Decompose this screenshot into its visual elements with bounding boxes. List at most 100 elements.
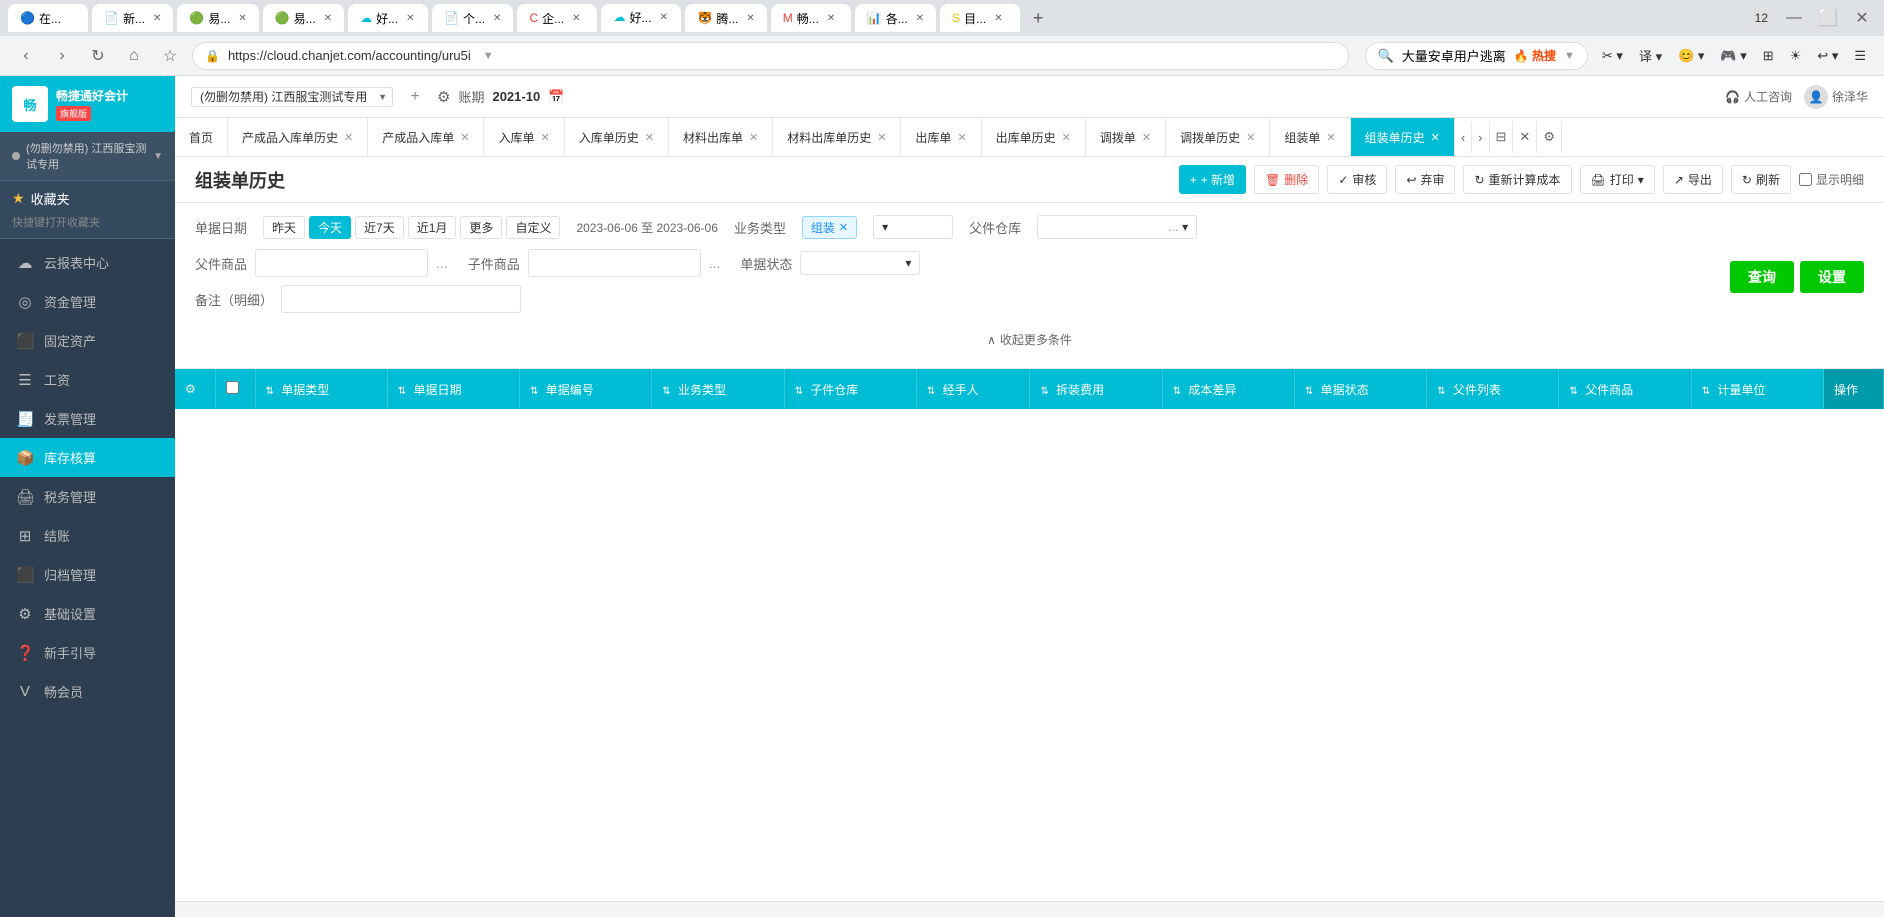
nav-tab-6-close[interactable]: ✕ <box>877 131 886 144</box>
nav-tab-10-close[interactable]: ✕ <box>1246 131 1255 144</box>
more-dots-1[interactable]: ... <box>1168 220 1178 234</box>
sidebar-item-cloud-report[interactable]: ☁ 云报表中心 <box>0 243 175 282</box>
nav-tab-4[interactable]: 入库单历史 ✕ <box>565 118 669 156</box>
browser-tab-12[interactable]: S 目... ✕ <box>940 4 1020 32</box>
browser-tab-8[interactable]: ☁ 好... ✕ <box>601 4 681 32</box>
nav-tab-2-close[interactable]: ✕ <box>460 131 469 144</box>
sidebar-item-guide[interactable]: ❓ 新手引导 <box>0 633 175 672</box>
browser-tab-7[interactable]: C 企... ✕ <box>517 4 597 32</box>
calendar-icon[interactable]: 📅 <box>548 89 564 105</box>
bottom-scrollbar[interactable] <box>175 901 1884 917</box>
table-col-parent-list[interactable]: ⇅ 父件列表 <box>1427 369 1559 409</box>
yesterday-btn[interactable]: 昨天 <box>263 216 305 239</box>
select-all-checkbox[interactable] <box>226 381 239 394</box>
settings-button[interactable]: 设置 <box>1800 261 1864 293</box>
nav-tab-1-close[interactable]: ✕ <box>344 131 353 144</box>
nav-tab-8[interactable]: 出库单历史 ✕ <box>982 118 1086 156</box>
nav-tab-7[interactable]: 出库单 ✕ <box>901 118 981 156</box>
maximize-button[interactable]: ⬜ <box>1814 4 1842 32</box>
sidebar-item-archive[interactable]: ⬛ 归档管理 <box>0 555 175 594</box>
table-col-biz-type[interactable]: ⇅ 业务类型 <box>652 369 784 409</box>
service-button[interactable]: 🎧 人工咨询 <box>1725 88 1792 105</box>
notes-input[interactable] <box>281 285 521 313</box>
sidebar-item-tax[interactable]: 🖨 税务管理 <box>0 477 175 516</box>
child-goods-dots[interactable]: ... <box>709 255 721 271</box>
company-select-input[interactable]: (勿删勿禁用) 江西服宝测试专用 <box>191 87 393 107</box>
refresh-button[interactable]: ↻ 刷新 <box>1731 165 1791 194</box>
company-selector[interactable]: (勿删勿禁用) 江西服宝测试专用 ▼ <box>0 132 175 181</box>
sidebar-item-settings[interactable]: ⚙ 基础设置 <box>0 594 175 633</box>
table-col-bill-type[interactable]: ⇅ 单据类型 <box>255 369 387 409</box>
table-col-cost-diff[interactable]: ⇅ 成本差异 <box>1162 369 1294 409</box>
7days-btn[interactable]: 近7天 <box>355 216 404 239</box>
sidebar-item-fund[interactable]: ◎ 资金管理 <box>0 282 175 321</box>
sidebar-item-payroll[interactable]: ☰ 工资 <box>0 360 175 399</box>
bookmark-button[interactable]: ☆ <box>156 42 184 70</box>
sun-tool-button[interactable]: ☀ <box>1784 44 1808 68</box>
warehouse-select[interactable]: ... ▾ <box>1037 215 1197 239</box>
1month-btn[interactable]: 近1月 <box>408 216 457 239</box>
biz-type-tag-remove[interactable]: ✕ <box>839 221 848 234</box>
table-col-parent-goods[interactable]: ⇅ 父件商品 <box>1559 369 1691 409</box>
nav-tab-11[interactable]: 组装单 ✕ <box>1270 118 1350 156</box>
minimize-button[interactable]: — <box>1780 4 1808 32</box>
browser-tab-5[interactable]: ☁ 好... ✕ <box>348 4 428 32</box>
translate-tool-button[interactable]: 译 ▾ <box>1633 42 1668 69</box>
more-btn[interactable]: 更多 <box>460 216 502 239</box>
query-button[interactable]: 查询 <box>1730 261 1794 293</box>
today-btn[interactable]: 今天 <box>309 216 351 239</box>
table-col-unit[interactable]: ⇅ 计量单位 <box>1691 369 1823 409</box>
display-detail-checkbox[interactable] <box>1799 173 1812 186</box>
sidebar-item-invoice[interactable]: 🧾 发票管理 <box>0 399 175 438</box>
nav-tab-4-close[interactable]: ✕ <box>645 131 654 144</box>
nav-tab-10[interactable]: 调拨单历史 ✕ <box>1166 118 1270 156</box>
sidebar-item-fixed-assets[interactable]: ⬛ 固定资产 <box>0 321 175 360</box>
table-col-bill-status[interactable]: ⇅ 单据状态 <box>1294 369 1426 409</box>
nav-tab-3-close[interactable]: ✕ <box>541 131 550 144</box>
reload-button[interactable]: ↻ <box>84 42 112 70</box>
browser-tab-3[interactable]: 🟢 易... ✕ <box>177 4 258 32</box>
browser-tab-9[interactable]: 🐯 腾... ✕ <box>685 4 766 32</box>
search-bar[interactable]: 🔍 大量安卓用户逃离 🔥 热搜 ▼ <box>1365 42 1588 70</box>
sidebar-item-inventory[interactable]: 📦 库存核算 <box>0 438 175 477</box>
browser-tab-4[interactable]: 🟢 易... ✕ <box>263 4 344 32</box>
game-tool-button[interactable]: 🎮 ▾ <box>1714 44 1752 68</box>
nav-tab-9[interactable]: 调拨单 ✕ <box>1086 118 1166 156</box>
new-tab-button[interactable]: + <box>1024 4 1052 32</box>
nav-tab-12[interactable]: 组装单历史 ✕ <box>1351 118 1455 156</box>
undo-tool-button[interactable]: ↩ ▾ <box>1811 44 1844 68</box>
nav-tabs-scroll-left[interactable]: ‹ <box>1455 122 1472 153</box>
forward-button[interactable]: › <box>48 42 76 70</box>
nav-tab-12-close[interactable]: ✕ <box>1431 131 1440 144</box>
url-bar[interactable]: 🔒 https://cloud.chanjet.com/accounting/u… <box>192 42 1349 70</box>
browser-tab-10[interactable]: M 畅... ✕ <box>771 4 851 32</box>
nav-tab-8-close[interactable]: ✕ <box>1062 131 1071 144</box>
browser-tab-6[interactable]: 📄 个... ✕ <box>432 4 513 32</box>
home-button[interactable]: ⌂ <box>120 42 148 70</box>
display-detail-toggle[interactable]: 显示明细 <box>1799 171 1864 188</box>
browser-tab-2[interactable]: 📄 新... ✕ <box>92 4 173 32</box>
audit-button[interactable]: ✓ 审核 <box>1327 165 1387 194</box>
sidebar-item-vip[interactable]: V 畅会员 <box>0 672 175 711</box>
nav-tab-1[interactable]: 产成品入库单历史 ✕ <box>228 118 368 156</box>
nav-tab-5[interactable]: 材料出库单 ✕ <box>669 118 773 156</box>
child-goods-input[interactable] <box>528 249 701 277</box>
collapse-bar[interactable]: ∧ 收起更多条件 <box>195 323 1864 356</box>
table-col-bill-no[interactable]: ⇅ 单据编号 <box>520 369 652 409</box>
cut-tool-button[interactable]: ✂ ▾ <box>1596 44 1629 68</box>
nav-tab-9-close[interactable]: ✕ <box>1142 131 1151 144</box>
table-col-disassemble-cost[interactable]: ⇅ 拆装费用 <box>1030 369 1162 409</box>
add-company-button[interactable]: + <box>401 83 429 111</box>
nav-tabs-settings[interactable]: ⚙ <box>1537 121 1562 153</box>
nav-tab-6[interactable]: 材料出库单历史 ✕ <box>773 118 901 156</box>
back-button[interactable]: ‹ <box>12 42 40 70</box>
sidebar-logo[interactable]: 畅 畅捷通好会计 旗舰版 <box>0 76 175 132</box>
emoji-tool-button[interactable]: 😊 ▾ <box>1672 44 1710 68</box>
nav-tab-home[interactable]: 首页 <box>175 118 228 156</box>
nav-tab-11-close[interactable]: ✕ <box>1326 131 1335 144</box>
nav-tabs-expand[interactable]: ⊟ <box>1490 121 1514 153</box>
user-info-area[interactable]: 👤 徐泽华 <box>1804 85 1868 109</box>
recalculate-button[interactable]: ↻ 重新计算成本 <box>1463 165 1571 194</box>
browser-tab-11[interactable]: 📊 各... ✕ <box>855 4 936 32</box>
export-button[interactable]: ↗ 导出 <box>1663 165 1723 194</box>
